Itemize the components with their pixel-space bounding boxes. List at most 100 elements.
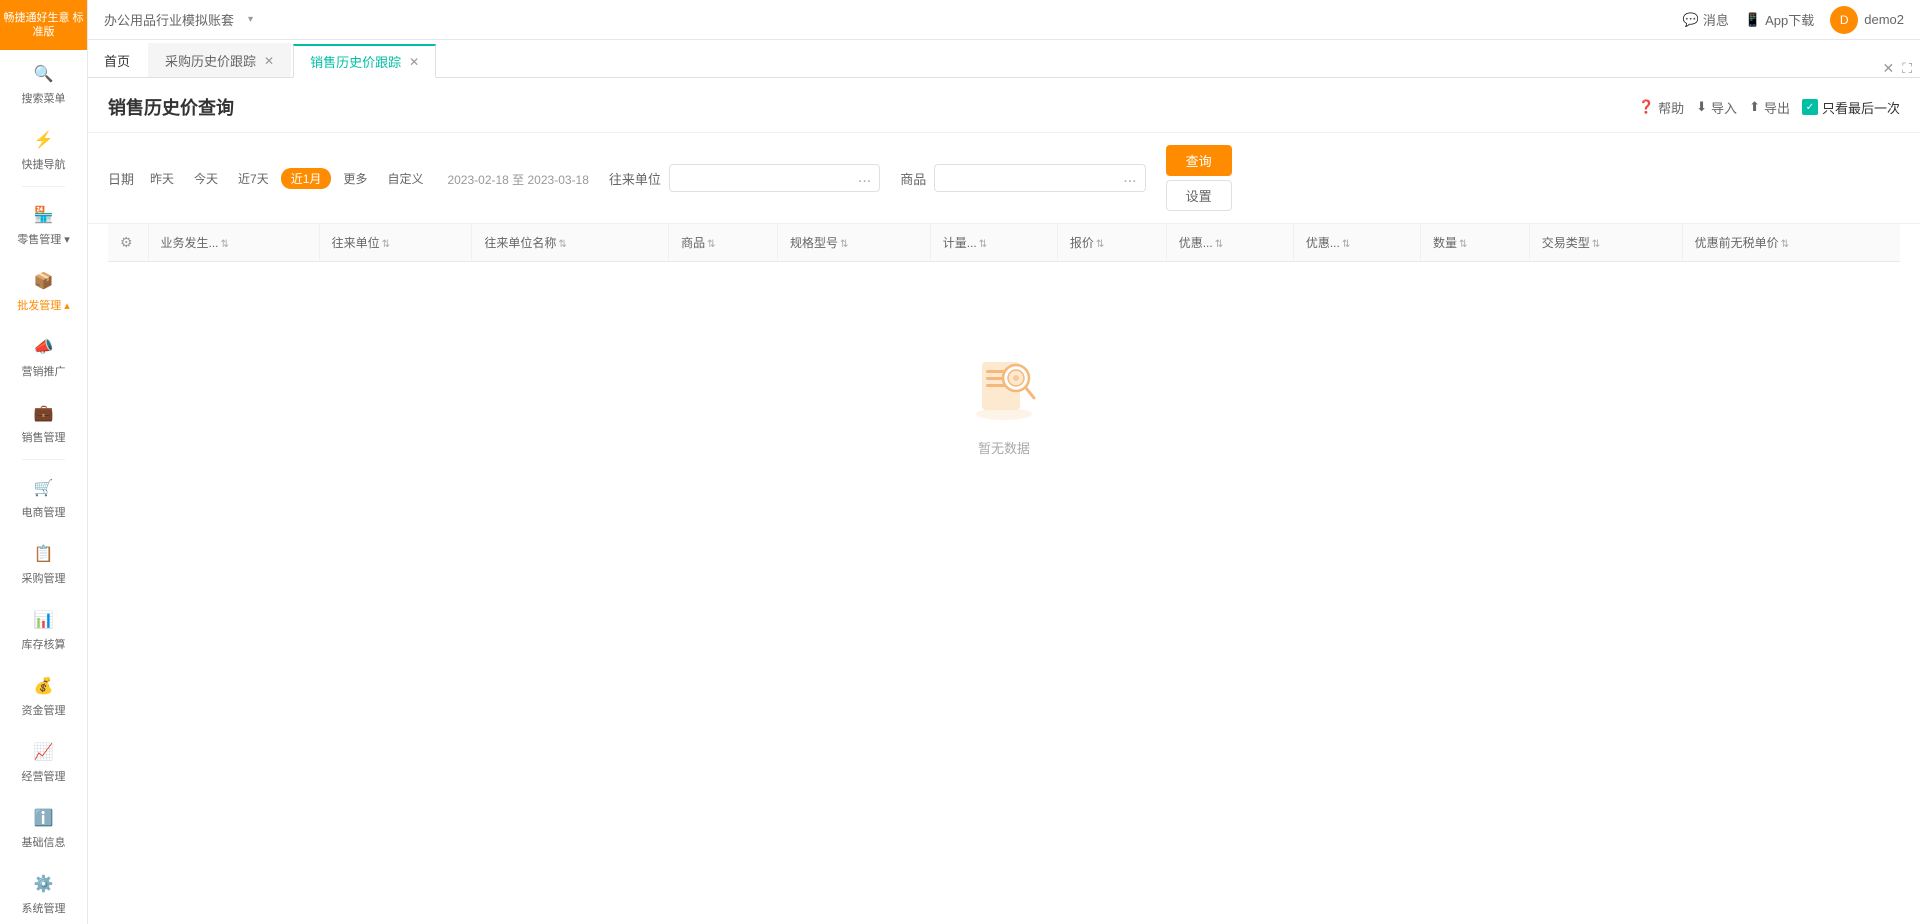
- partner-filter-label: 往来单位: [609, 169, 661, 188]
- avatar: D: [1830, 6, 1858, 34]
- table-header-partner_name[interactable]: 往来单位名称⇅: [472, 224, 669, 262]
- message-icon: 💬: [1683, 12, 1699, 28]
- date-filter-label: 日期: [108, 169, 134, 188]
- sidebar-item-retail-mgmt[interactable]: 🏪 零售管理 ▾: [13, 191, 74, 257]
- tabbar: 首页 采购历史价跟踪 ✕ 销售历史价跟踪 ✕ ✕ ⛶: [88, 40, 1920, 78]
- table-header-settings: ⚙: [108, 224, 148, 262]
- sidebar-label-inventory: 库存核算: [21, 636, 65, 652]
- sidebar-icon-inventory: 📊: [29, 606, 57, 634]
- sidebar-item-sys-mgmt[interactable]: ⚙️ 系统管理: [13, 860, 74, 924]
- empty-icon: [964, 342, 1044, 422]
- sidebar-item-wholesale-mgmt[interactable]: 📦 批发管理 ▴: [13, 257, 74, 323]
- date-option-近1月[interactable]: 近1月: [281, 168, 332, 189]
- settings-button[interactable]: 设置: [1166, 180, 1232, 211]
- sidebar-icon-quick-nav: ⚡: [29, 126, 57, 154]
- product-input-dots: ...: [1123, 169, 1136, 187]
- sidebar-label-purchase-mgmt: 采购管理: [21, 570, 65, 586]
- sidebar-item-basic-info[interactable]: ℹ️ 基础信息: [13, 794, 74, 860]
- app-download-button[interactable]: 📱 App下载: [1745, 10, 1814, 29]
- table-header-quote[interactable]: 报价⇅: [1057, 224, 1166, 262]
- app-download-label: App下载: [1765, 10, 1814, 29]
- sidebar-icon-retail-mgmt: 🏪: [29, 201, 57, 229]
- sidebar-label-ecommerce: 电商管理: [21, 504, 65, 520]
- export-icon: ⬆: [1749, 99, 1760, 115]
- sort-icon: ⇅: [1592, 239, 1600, 250]
- sidebar-item-sales-mgmt[interactable]: 💼 销售管理: [13, 389, 74, 455]
- sort-icon: ⇅: [707, 239, 715, 250]
- tab-purchase-history[interactable]: 采购历史价跟踪 ✕: [148, 43, 291, 77]
- sidebar-icon-wholesale-mgmt: 📦: [29, 267, 57, 295]
- export-button[interactable]: ⬆ 导出: [1749, 98, 1790, 117]
- topbar-actions: 💬 消息 📱 App下载 D demo2: [1683, 6, 1904, 34]
- table-settings-icon[interactable]: ⚙: [120, 234, 133, 250]
- empty-state: 暂无数据: [88, 262, 1920, 537]
- main-area: 办公用品行业模拟账套 ▾ 💬 消息 📱 App下载 D demo2 首页 采购历…: [88, 0, 1920, 924]
- table-header-pre_tax_price[interactable]: 优惠前无税单价⇅: [1682, 224, 1900, 262]
- only-last-checkbox[interactable]: ✓: [1802, 99, 1818, 115]
- table-header-unit[interactable]: 计量...⇅: [930, 224, 1057, 262]
- table-header-spec[interactable]: 规格型号⇅: [777, 224, 930, 262]
- tab-purchase-history-close[interactable]: ✕: [264, 54, 274, 68]
- sidebar-icon-purchase-mgmt: 📋: [29, 540, 57, 568]
- dropdown-arrow-icon[interactable]: ▾: [248, 14, 253, 25]
- sidebar-icon-ecommerce: 🛒: [29, 474, 57, 502]
- table-header-discount1[interactable]: 优惠...⇅: [1166, 224, 1293, 262]
- import-button[interactable]: ⬇ 导入: [1696, 98, 1737, 117]
- query-button[interactable]: 查询: [1166, 145, 1232, 176]
- tab-home-label: 首页: [104, 51, 130, 70]
- only-last-label: 只看最后一次: [1822, 98, 1900, 117]
- date-option-自定义[interactable]: 自定义: [379, 168, 431, 189]
- message-label: 消息: [1703, 10, 1729, 29]
- sidebar-item-inventory[interactable]: 📊 库存核算: [13, 596, 74, 662]
- sidebar-item-ecommerce[interactable]: 🛒 电商管理: [13, 464, 74, 530]
- partner-input[interactable]: [678, 171, 858, 186]
- import-label: 导入: [1711, 98, 1737, 117]
- sidebar-icon-marketing: 📣: [29, 333, 57, 361]
- sort-icon: ⇅: [1781, 239, 1789, 250]
- table-header: ⚙业务发生...⇅往来单位⇅往来单位名称⇅商品⇅规格型号⇅计量...⇅报价⇅优惠…: [108, 224, 1900, 262]
- partner-filter: 往来单位 ...: [609, 164, 880, 192]
- table-header-biz_date[interactable]: 业务发生...⇅: [148, 224, 319, 262]
- help-icon: ❓: [1638, 99, 1654, 115]
- tab-purchase-history-label: 采购历史价跟踪: [165, 51, 256, 70]
- sidebar-divider-1: [22, 186, 64, 187]
- table-header-discount2[interactable]: 优惠...⇅: [1293, 224, 1420, 262]
- sidebar-item-search-menu[interactable]: 🔍 搜索菜单: [13, 50, 74, 116]
- help-button[interactable]: ❓ 帮助: [1638, 98, 1684, 117]
- export-label: 导出: [1764, 98, 1790, 117]
- date-options: 昨天今天近7天近1月更多自定义: [142, 168, 431, 189]
- message-button[interactable]: 💬 消息: [1683, 10, 1729, 29]
- only-last-checkbox-label[interactable]: ✓ 只看最后一次: [1802, 98, 1900, 117]
- tab-sales-history[interactable]: 销售历史价跟踪 ✕: [293, 44, 436, 78]
- maximize-window-button[interactable]: ⛶: [1902, 60, 1912, 77]
- table-header-qty[interactable]: 数量⇅: [1420, 224, 1529, 262]
- date-option-更多[interactable]: 更多: [335, 168, 375, 189]
- tab-home[interactable]: 首页: [88, 43, 146, 77]
- table-header-trade_type[interactable]: 交易类型⇅: [1529, 224, 1682, 262]
- sidebar-item-quick-nav[interactable]: ⚡ 快捷导航: [13, 116, 74, 182]
- user-profile[interactable]: D demo2: [1830, 6, 1904, 34]
- date-option-近7天[interactable]: 近7天: [230, 168, 277, 189]
- username-label: demo2: [1864, 12, 1904, 27]
- sidebar-item-marketing[interactable]: 📣 营销推广: [13, 323, 74, 389]
- sidebar-label-quick-nav: 快捷导航: [21, 156, 65, 172]
- product-input[interactable]: [943, 171, 1123, 186]
- import-icon: ⬇: [1696, 99, 1707, 115]
- sidebar-item-finance[interactable]: 💰 资金管理: [13, 662, 74, 728]
- date-option-今天[interactable]: 今天: [186, 168, 226, 189]
- table-container: ⚙业务发生...⇅往来单位⇅往来单位名称⇅商品⇅规格型号⇅计量...⇅报价⇅优惠…: [88, 224, 1920, 262]
- sort-icon: ⇅: [558, 239, 566, 250]
- sidebar-item-operations[interactable]: 📈 经营管理: [13, 728, 74, 794]
- table-header-partner_code[interactable]: 往来单位⇅: [319, 224, 472, 262]
- sidebar-item-purchase-mgmt[interactable]: 📋 采购管理: [13, 530, 74, 596]
- window-controls: ✕ ⛶: [1882, 60, 1920, 77]
- page-title: 销售历史价查询: [108, 94, 234, 120]
- tab-sales-history-close[interactable]: ✕: [409, 55, 419, 69]
- filter-bar: 日期 昨天今天近7天近1月更多自定义 2023-02-18 至 2023-03-…: [88, 133, 1920, 224]
- download-icon: 📱: [1745, 12, 1761, 28]
- table-header-product[interactable]: 商品⇅: [669, 224, 778, 262]
- page-header: 销售历史价查询 ❓ 帮助 ⬇ 导入 ⬆ 导出 ✓ 只看最后一次: [88, 78, 1920, 133]
- sort-icon: ⇅: [1096, 239, 1104, 250]
- close-window-button[interactable]: ✕: [1882, 60, 1894, 77]
- date-option-昨天[interactable]: 昨天: [142, 168, 182, 189]
